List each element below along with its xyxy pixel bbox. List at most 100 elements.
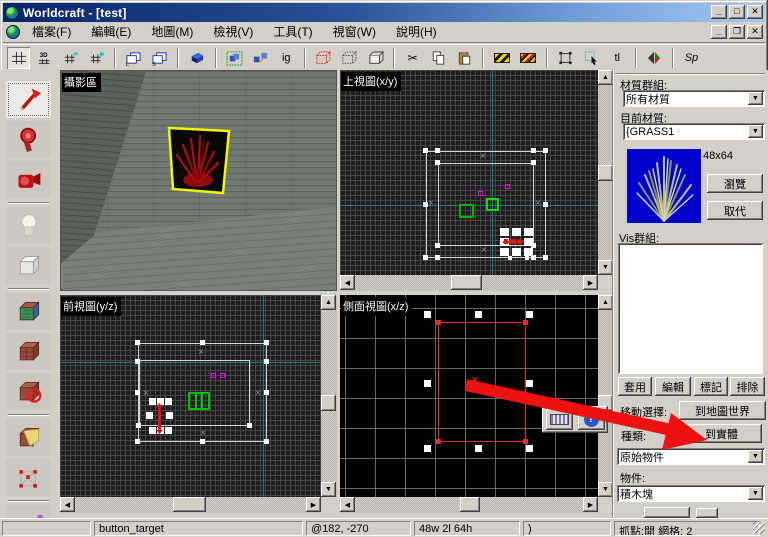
viewport-side[interactable]: × 側面視圖(x/z) ▲ ▼ ◀ ▶ — [340, 295, 614, 513]
hide-selected-button[interactable] — [311, 47, 335, 69]
vertex-tool-button[interactable] — [6, 459, 51, 496]
front-vscrollbar[interactable]: ▲ ▼ — [321, 295, 337, 497]
clipped-button-2[interactable] — [696, 508, 718, 518]
window-title: Worldcraft - [test] — [23, 5, 127, 20]
viewport-front-canvas[interactable]: × × × × — [60, 295, 321, 497]
load-window-state-button[interactable]: L — [122, 47, 146, 69]
scissors-icon: ✂ — [407, 51, 418, 65]
carve-button[interactable] — [490, 47, 514, 69]
chevron-down-icon[interactable]: ▼ — [748, 487, 763, 500]
svg-text:3D: 3D — [39, 52, 47, 59]
category-label: 種類: — [621, 431, 647, 443]
status-dimensions: 48w 2l 64h — [414, 521, 520, 536]
menu-file[interactable]: 檔案(F) — [22, 21, 81, 43]
menu-edit[interactable]: 編輯(E) — [81, 21, 141, 43]
chevron-down-icon[interactable]: ▼ — [748, 450, 763, 463]
apply-texture-tool-button[interactable] — [6, 333, 51, 370]
entity-box-green[interactable] — [188, 392, 210, 410]
select-handles-button[interactable] — [553, 47, 577, 69]
morph-button[interactable]: Sp — [679, 47, 703, 69]
ignore-groups-button[interactable]: ig — [274, 47, 298, 69]
close-button[interactable]: ✕ — [747, 5, 763, 19]
entity-box-green[interactable] — [459, 204, 474, 218]
clipped-button[interactable] — [644, 507, 690, 518]
mdi-close-button[interactable]: ✕ — [747, 25, 763, 39]
run-map-button[interactable] — [185, 47, 209, 69]
top-hscrollbar[interactable]: ◀ ▶ — [340, 275, 598, 291]
save-window-state-button[interactable]: S — [148, 47, 172, 69]
chevron-down-icon[interactable]: ▼ — [748, 92, 763, 105]
vis-groups-listbox[interactable] — [618, 243, 763, 374]
texture-lock-button[interactable]: tl — [605, 47, 629, 69]
vis-edit-button[interactable]: 編輯 — [655, 377, 691, 396]
paste-button[interactable] — [453, 47, 477, 69]
select-mode-button[interactable] — [579, 47, 603, 69]
browse-button[interactable]: 瀏覽 — [707, 174, 763, 193]
object-value: 積木塊 — [620, 488, 653, 501]
minimize-button[interactable]: _ — [711, 5, 727, 19]
smaller-grid-button[interactable] — [59, 47, 83, 69]
apply-decals-tool-button[interactable] — [6, 373, 51, 410]
entity-point-magenta-2[interactable] — [505, 184, 510, 189]
entity-point-magenta[interactable] — [478, 191, 483, 196]
to-entity-button[interactable]: 到實體 — [681, 424, 762, 443]
selected-brush-outline[interactable] — [438, 322, 526, 442]
toggle-grid-button[interactable] — [7, 47, 30, 69]
viewport-front[interactable]: × × × × 前視圖(y/z) ▲ ▼ ◀ ▶ — [60, 295, 337, 513]
viewport-top-canvas[interactable]: × × × × — [340, 70, 598, 275]
viewport-side-canvas[interactable]: × — [340, 295, 598, 497]
menu-view[interactable]: 檢視(V) — [203, 21, 263, 43]
maximize-button[interactable]: □ — [729, 5, 745, 19]
entity-tool-button[interactable] — [6, 207, 51, 244]
status-coordinates: @182, -270 — [306, 521, 411, 536]
vis-apply-button[interactable]: 套用 — [618, 377, 652, 396]
mdi-restore-button[interactable]: ❐ — [729, 25, 745, 39]
viewport-3d-label: 攝影區 — [62, 73, 101, 92]
texture-application-tool-button[interactable] — [6, 293, 51, 330]
make-hollow-button[interactable] — [516, 47, 540, 69]
larger-grid-button[interactable] — [85, 47, 109, 69]
selection-tool-button[interactable] — [6, 81, 51, 118]
current-texture-select[interactable]: {GRASS1 ▼ — [623, 123, 765, 140]
entity-point-magenta-2[interactable] — [220, 373, 225, 378]
menu-map[interactable]: 地圖(M) — [141, 21, 203, 43]
camera-tool-button[interactable] — [6, 161, 51, 198]
copy-button[interactable] — [427, 47, 451, 69]
move-selection-label: 移動選擇: — [620, 407, 668, 419]
hide-unselected-button[interactable] — [337, 47, 361, 69]
vis-exclude-button[interactable]: 排除 — [730, 377, 765, 396]
object-select[interactable]: 積木塊 ▼ — [617, 485, 765, 502]
vis-mark-button[interactable]: 標記 — [694, 377, 728, 396]
category-select[interactable]: 原始物件 ▼ — [617, 448, 765, 465]
menu-window[interactable]: 視窗(W) — [323, 21, 386, 43]
title-bar[interactable]: Worldcraft - [test] _ □ ✕ — [3, 3, 765, 22]
viewport-3d[interactable]: 攝影區 — [60, 70, 337, 291]
ime-toolbar[interactable]: ? — [542, 406, 608, 433]
toggle-3d-grid-button[interactable]: 3D — [33, 47, 57, 69]
viewport-top[interactable]: × × × × 上視圖(x/y) ▲ ▼ ◀ ▶ — [340, 70, 614, 291]
show-all-button[interactable] — [364, 47, 387, 69]
group-button[interactable] — [222, 47, 246, 69]
clipping-tool-button[interactable] — [6, 419, 51, 456]
side-hscrollbar[interactable]: ◀ ▶ — [340, 497, 598, 513]
mdi-minimize-button[interactable]: _ — [711, 25, 727, 39]
chevron-down-icon[interactable]: ▼ — [748, 125, 763, 138]
selected-brush-3d[interactable] — [61, 71, 337, 291]
menu-tools[interactable]: 工具(T) — [263, 21, 322, 43]
block-tool-button[interactable] — [6, 247, 51, 284]
keyboard-icon[interactable] — [545, 409, 573, 430]
magnify-tool-button[interactable] — [6, 121, 51, 158]
to-world-button[interactable]: 到地圖世界 — [679, 401, 766, 420]
cut-button[interactable]: ✂ — [401, 47, 425, 69]
entity-box-green-2[interactable] — [486, 198, 499, 211]
texture-group-select[interactable]: 所有材質 ▼ — [623, 90, 765, 107]
morph-label: Sp — [684, 52, 699, 64]
replace-button[interactable]: 取代 — [707, 201, 763, 220]
entity-point-magenta[interactable] — [211, 373, 216, 378]
resize-grip[interactable] — [753, 522, 765, 534]
front-hscrollbar[interactable]: ◀ ▶ — [60, 497, 321, 513]
menu-help[interactable]: 說明(H) — [386, 21, 447, 43]
help-icon[interactable]: ? — [577, 409, 605, 430]
ungroup-button[interactable] — [248, 47, 272, 69]
split-face-button[interactable] — [642, 47, 666, 69]
